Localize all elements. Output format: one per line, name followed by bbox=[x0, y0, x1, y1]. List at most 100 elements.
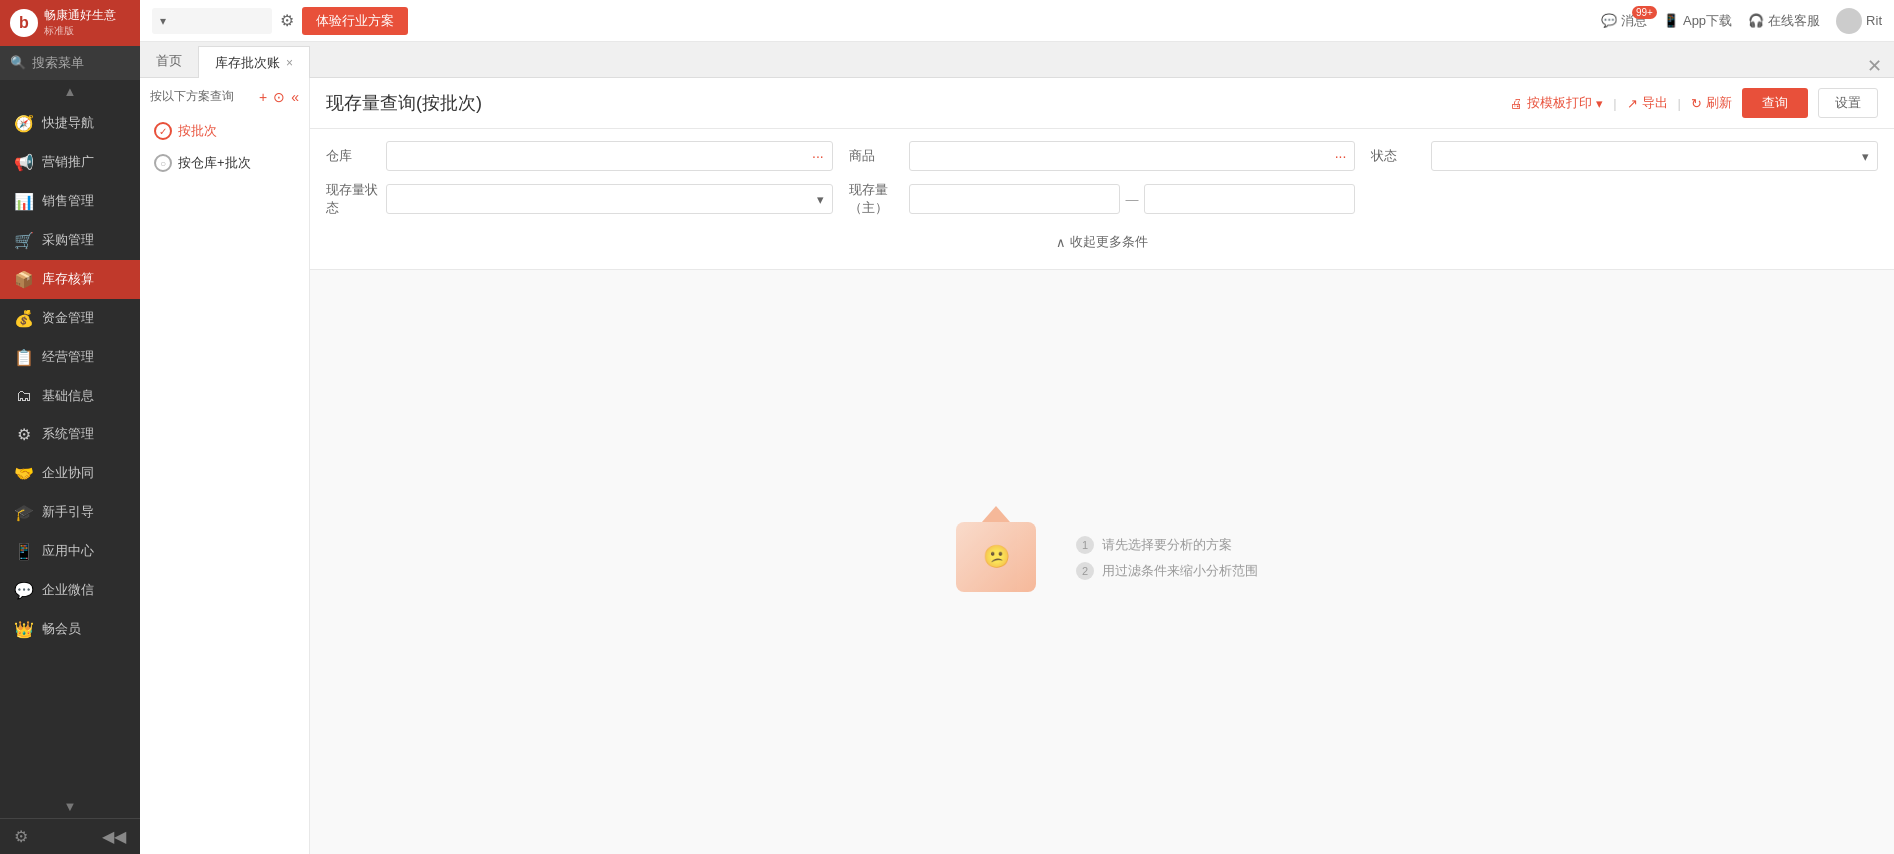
stock-qty-label: 现存量（主） bbox=[849, 181, 909, 217]
status-filter: 状态 ▾ bbox=[1371, 141, 1878, 171]
scroll-down-btn[interactable]: ▼ bbox=[0, 794, 140, 818]
stock-status-dropdown-icon: ▾ bbox=[817, 192, 824, 207]
left-panel-header: 按以下方案查询 + ⊙ « bbox=[140, 78, 309, 111]
experience-btn[interactable]: 体验行业方案 bbox=[302, 7, 408, 35]
product-dots[interactable]: ··· bbox=[1335, 148, 1347, 164]
page-title: 现存量查询(按批次) bbox=[326, 91, 482, 125]
topbar-gear-icon[interactable]: ⚙ bbox=[280, 11, 294, 30]
message-icon: 💬 bbox=[1601, 13, 1617, 28]
add-scheme-icon[interactable]: + bbox=[259, 89, 267, 105]
sidebar-item-member[interactable]: 👑 畅会员 bbox=[0, 610, 140, 649]
print-btn[interactable]: 🖨 按模板打印 ▾ bbox=[1510, 94, 1603, 112]
sidebar-item-sales[interactable]: 📊 销售管理 bbox=[0, 182, 140, 221]
scheme-label: 按批次 bbox=[178, 122, 217, 140]
sidebar-item-marketing[interactable]: 📢 营销推广 bbox=[0, 143, 140, 182]
finance-icon: 💰 bbox=[14, 309, 34, 328]
tab-home[interactable]: 首页 bbox=[140, 45, 198, 77]
sidebar-item-label: 经营管理 bbox=[42, 348, 94, 366]
scheme-list: ✓ 按批次 ○ 按仓库+批次 bbox=[140, 111, 309, 183]
inventory-icon: 📦 bbox=[14, 270, 34, 289]
stock-status-filter: 现存量状态 ▾ bbox=[326, 181, 833, 217]
main-area: ▾ ⚙ 体验行业方案 💬 消息 99+ 📱 App下载 🎧 在线客服 Rit bbox=[140, 0, 1894, 854]
app-download-btn[interactable]: 📱 App下载 bbox=[1663, 12, 1732, 30]
purchase-icon: 🛒 bbox=[14, 231, 34, 250]
stock-qty-max-input[interactable] bbox=[1144, 184, 1355, 214]
export-icon: ↗ bbox=[1627, 96, 1638, 111]
warehouse-label: 仓库 bbox=[326, 147, 386, 165]
page-header-actions: 🖨 按模板打印 ▾ | ↗ 导出 | ↻ 刷新 查询 设置 bbox=[1510, 88, 1878, 128]
scroll-up-btn[interactable]: ▲ bbox=[0, 80, 140, 104]
scheme-settings-icon[interactable]: ⊙ bbox=[273, 89, 285, 105]
collapse-sidebar-icon[interactable]: ◀◀ bbox=[102, 827, 126, 846]
sidebar-item-purchase[interactable]: 🛒 采购管理 bbox=[0, 221, 140, 260]
sidebar-item-shortcut[interactable]: 🧭 快捷导航 bbox=[0, 104, 140, 143]
tip1-text: 请先选择要分析的方案 bbox=[1102, 536, 1232, 554]
refresh-btn[interactable]: ↻ 刷新 bbox=[1691, 94, 1732, 112]
marketing-icon: 📢 bbox=[14, 153, 34, 172]
tab-inventory-batch[interactable]: 库存批次账 × bbox=[198, 46, 310, 78]
sidebar-header: b 畅康通好生意 标准版 bbox=[0, 0, 140, 46]
wechat-icon: 💬 bbox=[14, 581, 34, 600]
sidebar-item-label: 畅会员 bbox=[42, 620, 81, 638]
product-filter: 商品 ··· bbox=[849, 141, 1356, 171]
stock-status-select[interactable]: ▾ bbox=[386, 184, 833, 214]
product-input[interactable]: ··· bbox=[909, 141, 1356, 171]
search-menu[interactable]: 🔍 搜索菜单 bbox=[0, 46, 140, 80]
sidebar-item-basic[interactable]: 🗂 基础信息 bbox=[0, 377, 140, 415]
stock-qty-min-input[interactable] bbox=[909, 184, 1120, 214]
query-button[interactable]: 查询 bbox=[1742, 88, 1808, 118]
online-service-btn[interactable]: 🎧 在线客服 bbox=[1748, 12, 1820, 30]
user-avatar-btn[interactable]: Rit bbox=[1836, 8, 1882, 34]
scheme-item-batch[interactable]: ✓ 按批次 bbox=[140, 115, 309, 147]
message-btn[interactable]: 💬 消息 99+ bbox=[1601, 12, 1647, 30]
refresh-label: 刷新 bbox=[1706, 94, 1732, 112]
search-menu-label: 搜索菜单 bbox=[32, 54, 84, 72]
settings-footer-icon[interactable]: ⚙ bbox=[14, 827, 28, 846]
status-select[interactable]: ▾ bbox=[1431, 141, 1878, 171]
refresh-icon: ↻ bbox=[1691, 96, 1702, 111]
tab-home-label: 首页 bbox=[156, 52, 182, 70]
sidebar-item-wechat[interactable]: 💬 企业微信 bbox=[0, 571, 140, 610]
collapse-icon: ∧ bbox=[1056, 235, 1066, 250]
tip2-text: 用过滤条件来缩小分析范围 bbox=[1102, 562, 1258, 580]
message-badge: 99+ bbox=[1632, 6, 1657, 19]
headset-icon: 🎧 bbox=[1748, 13, 1764, 28]
sidebar-item-newbie[interactable]: 🎓 新手引导 bbox=[0, 493, 140, 532]
topbar-search[interactable]: ▾ bbox=[152, 8, 272, 34]
sidebar-nav: 🧭 快捷导航 📢 营销推广 📊 销售管理 🛒 采购管理 📦 库存核算 💰 资金管… bbox=[0, 104, 140, 794]
empty-icon: 😕 bbox=[946, 512, 1046, 612]
export-label: 导出 bbox=[1642, 94, 1668, 112]
page-header: 现存量查询(按批次) 🖨 按模板打印 ▾ | ↗ 导出 | ↻ bbox=[310, 78, 1894, 129]
collapse-conditions-btn[interactable]: ∧ 收起更多条件 bbox=[326, 227, 1878, 257]
sidebar-item-label: 企业协同 bbox=[42, 464, 94, 482]
scheme-label: 按仓库+批次 bbox=[178, 154, 251, 172]
warehouse-dots[interactable]: ··· bbox=[812, 148, 824, 164]
collapse-panel-icon[interactable]: « bbox=[291, 89, 299, 105]
sidebar-item-system[interactable]: ⚙ 系统管理 bbox=[0, 415, 140, 454]
sales-icon: 📊 bbox=[14, 192, 34, 211]
warehouse-filter: 仓库 ··· bbox=[326, 141, 833, 171]
topbar: ▾ ⚙ 体验行业方案 💬 消息 99+ 📱 App下载 🎧 在线客服 Rit bbox=[140, 0, 1894, 42]
sidebar-item-appstore[interactable]: 📱 应用中心 bbox=[0, 532, 140, 571]
scheme-item-warehouse-batch[interactable]: ○ 按仓库+批次 bbox=[140, 147, 309, 179]
left-panel-icons: + ⊙ « bbox=[259, 89, 299, 105]
sidebar-item-enterprise[interactable]: 🤝 企业协同 bbox=[0, 454, 140, 493]
sidebar-item-inventory[interactable]: 📦 库存核算 bbox=[0, 260, 140, 299]
business-icon: 📋 bbox=[14, 348, 34, 367]
panel-close-btn[interactable]: ✕ bbox=[1855, 55, 1894, 77]
tab-close-icon[interactable]: × bbox=[286, 56, 293, 70]
empty-face: 😕 bbox=[983, 544, 1010, 570]
scheme-active-icon: ✓ bbox=[154, 122, 172, 140]
settings-button[interactable]: 设置 bbox=[1818, 88, 1878, 118]
empty-tip-2: 2 用过滤条件来缩小分析范围 bbox=[1076, 562, 1258, 580]
print-dropdown-icon[interactable]: ▾ bbox=[1596, 96, 1603, 111]
sidebar-item-finance[interactable]: 💰 资金管理 bbox=[0, 299, 140, 338]
warehouse-input[interactable]: ··· bbox=[386, 141, 833, 171]
topbar-right: 💬 消息 99+ 📱 App下载 🎧 在线客服 Rit bbox=[1601, 8, 1882, 34]
print-label: 按模板打印 bbox=[1527, 94, 1592, 112]
shortcut-icon: 🧭 bbox=[14, 114, 34, 133]
sidebar-item-business[interactable]: 📋 经营管理 bbox=[0, 338, 140, 377]
tabbar: 首页 库存批次账 × ✕ bbox=[140, 42, 1894, 78]
export-btn[interactable]: ↗ 导出 bbox=[1627, 94, 1668, 112]
topbar-dropdown-icon: ▾ bbox=[160, 14, 166, 28]
